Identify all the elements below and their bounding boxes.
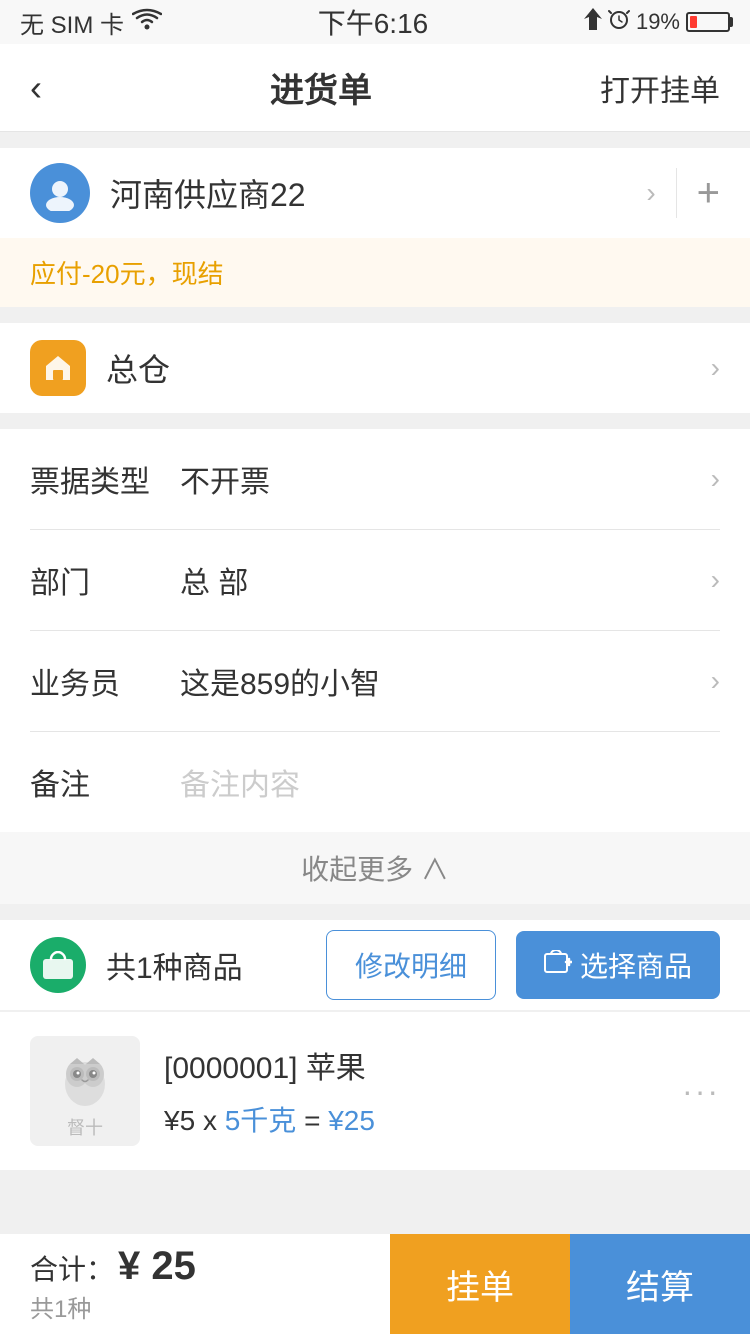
invoice-type-row[interactable]: 票据类型 不开票 ›	[0, 429, 750, 529]
warehouse-row[interactable]: 总仓 ›	[0, 323, 750, 413]
product-quantity: 5千克	[225, 1105, 297, 1136]
status-bar: 无 SIM 卡 下午6:16 19%	[0, 0, 750, 44]
department-label: 部门	[30, 558, 170, 602]
notice-text: 应付-20元，现结	[30, 259, 224, 289]
total-sub-label: 共1种	[30, 1289, 360, 1324]
status-right: 19%	[584, 8, 730, 36]
salesperson-chevron-icon: ›	[711, 665, 720, 697]
edit-detail-button[interactable]: 修改明细	[326, 930, 496, 1000]
product-name: [0000001] 苹果	[164, 1043, 682, 1087]
product-multiply-icon: x	[203, 1105, 225, 1136]
total-amount: ¥ 25	[118, 1244, 196, 1289]
product-equals-icon: =	[304, 1105, 328, 1136]
department-chevron-icon: ›	[711, 564, 720, 596]
warehouse-name: 总仓	[106, 345, 711, 391]
section-separator-1	[0, 132, 750, 148]
salesperson-label: 业务员	[30, 659, 170, 703]
section-separator-3	[0, 413, 750, 429]
warehouse-section: 总仓 ›	[0, 323, 750, 413]
bottom-total-section: 合计： ¥ 25 共1种	[0, 1234, 390, 1334]
product-title: 苹果	[306, 1052, 366, 1085]
product-thumbnail: 督十	[30, 1036, 140, 1146]
back-button[interactable]: ‹	[30, 67, 42, 109]
product-unit-price: ¥5	[164, 1105, 195, 1136]
warehouse-icon	[30, 340, 86, 396]
carrier-label: 无 SIM 卡	[20, 5, 124, 40]
department-row[interactable]: 部门 总 部 ›	[0, 530, 750, 630]
page-title: 进货单	[270, 63, 372, 112]
add-supplier-button[interactable]: +	[697, 171, 720, 216]
invoice-type-value: 不开票	[170, 457, 711, 501]
bottom-bar: 合计： ¥ 25 共1种 挂单 结算	[0, 1234, 750, 1334]
product-total: ¥25	[328, 1105, 375, 1136]
alarm-icon	[608, 8, 630, 36]
salesperson-value: 这是859的小智	[170, 659, 711, 703]
supplier-row[interactable]: 河南供应商22 › +	[0, 148, 750, 238]
select-product-icon	[544, 949, 572, 981]
product-item: 督十 [0000001] 苹果 ¥5 x 5千克 = ¥25 ···	[0, 1012, 750, 1170]
product-code: [0000001]	[164, 1052, 297, 1085]
open-hang-button[interactable]: 打开挂单	[600, 66, 720, 110]
divider	[676, 168, 677, 218]
total-label: 合计：	[30, 1248, 114, 1288]
battery-icon	[686, 12, 730, 32]
section-separator-2	[0, 307, 750, 323]
wifi-icon	[132, 8, 162, 37]
settle-button[interactable]: 结算	[570, 1234, 750, 1334]
remark-label: 备注	[30, 760, 170, 804]
product-count-label: 共1种商品	[106, 943, 306, 987]
status-time: 下午6:16	[318, 2, 429, 42]
product-price-detail: ¥5 x 5千克 = ¥25	[164, 1099, 682, 1139]
product-section-icon	[30, 937, 86, 993]
supplier-chevron-icon: ›	[646, 177, 655, 209]
product-header: 共1种商品 修改明细 选择商品	[0, 920, 750, 1010]
select-product-label: 选择商品	[580, 945, 692, 985]
warehouse-chevron-icon: ›	[711, 352, 720, 384]
invoice-type-label: 票据类型	[30, 457, 170, 501]
location-icon	[584, 8, 602, 36]
notice-bar: 应付-20元，现结	[0, 238, 750, 307]
select-product-button[interactable]: 选择商品	[516, 931, 720, 999]
salesperson-row[interactable]: 业务员 这是859的小智 ›	[0, 631, 750, 731]
hang-order-button[interactable]: 挂单	[390, 1234, 570, 1334]
battery-percent: 19%	[636, 9, 680, 35]
supplier-section: 河南供应商22 › + 应付-20元，现结	[0, 148, 750, 307]
department-value: 总 部	[170, 558, 711, 602]
supplier-avatar	[30, 163, 90, 223]
collapse-bar[interactable]: 收起更多 ∧	[0, 832, 750, 904]
product-more-button[interactable]: ···	[682, 1073, 720, 1110]
collapse-label: 收起更多 ∧	[301, 848, 449, 888]
supplier-name: 河南供应商22	[110, 170, 646, 216]
remark-value: 备注内容	[170, 760, 720, 804]
remark-row[interactable]: 备注 备注内容	[0, 732, 750, 832]
status-left: 无 SIM 卡	[20, 5, 162, 40]
invoice-type-chevron-icon: ›	[711, 463, 720, 495]
product-info: [0000001] 苹果 ¥5 x 5千克 = ¥25	[164, 1043, 682, 1139]
nav-bar: ‹ 进货单 打开挂单	[0, 44, 750, 132]
form-section: 票据类型 不开票 › 部门 总 部 › 业务员 这是859的小智 › 备注 备注…	[0, 429, 750, 832]
